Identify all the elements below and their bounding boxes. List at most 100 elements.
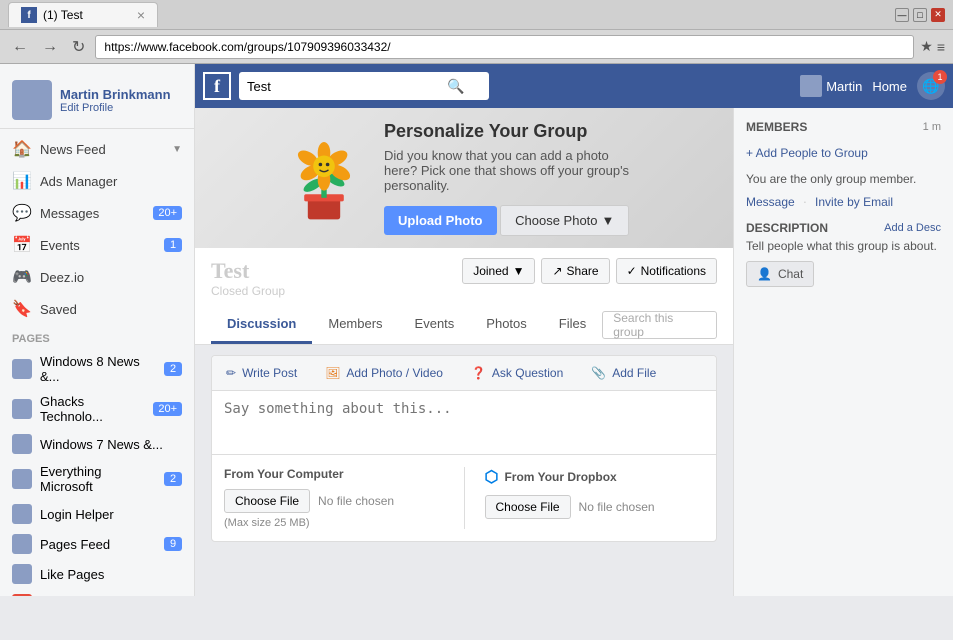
- sidebar-label: News Feed: [40, 142, 164, 157]
- post-tabs: ✏ Write Post 🖼 Add Photo / Video ❓ Ask Q…: [212, 356, 716, 391]
- choose-file-computer-button[interactable]: Choose File: [224, 489, 310, 513]
- browser-tab[interactable]: f (1) Test ×: [8, 2, 158, 27]
- events-badge: 1: [164, 238, 182, 252]
- avatar: [12, 80, 52, 120]
- fb-header-user[interactable]: Martin: [800, 75, 862, 97]
- tab-title: (1) Test: [43, 8, 83, 22]
- group-header: Test Closed Group Joined ▼ ↗ Share: [195, 248, 733, 345]
- dropbox-file-row: Choose File No file chosen: [485, 495, 705, 519]
- post-input[interactable]: [212, 391, 716, 451]
- group-search-bar[interactable]: Search this group: [602, 311, 717, 339]
- file-icon: 📎: [591, 366, 606, 380]
- notifications-button[interactable]: ✓ Notifications: [616, 258, 717, 284]
- choose-photo-button[interactable]: Choose Photo ▼: [500, 205, 629, 236]
- address-input[interactable]: [95, 35, 914, 59]
- only-member-text: You are the only group member.: [746, 172, 941, 186]
- add-description-link[interactable]: Add a Desc: [884, 222, 941, 234]
- sidebar-item-ghacks[interactable]: Ghacks Technolo... 20+: [0, 389, 194, 429]
- bookmark-icon[interactable]: ★: [920, 38, 933, 55]
- add-photo-tab[interactable]: 🖼 Add Photo / Video: [311, 356, 457, 390]
- menu-icon[interactable]: ≡: [937, 39, 945, 55]
- dropbox-section-title: ⬡ From Your Dropbox: [485, 467, 705, 487]
- group-action-buttons: Joined ▼ ↗ Share ✓ Notifications: [462, 258, 717, 284]
- personalize-text: Personalize Your Group Did you know that…: [384, 121, 644, 236]
- refresh-button[interactable]: ↻: [68, 35, 89, 59]
- main-layout: Martin Brinkmann Edit Profile 🏠 News Fee…: [0, 64, 953, 596]
- messages-icon: 💬: [12, 203, 32, 223]
- sidebar-item-news-feed[interactable]: 🏠 News Feed ▼: [0, 133, 194, 165]
- sidebar-label: Saved: [40, 302, 182, 317]
- joined-arrow-icon: ▼: [513, 264, 525, 278]
- sidebar-item-saved[interactable]: 🔖 Saved: [0, 293, 194, 325]
- add-file-tab[interactable]: 📎 Add File: [577, 356, 670, 390]
- choose-photo-arrow: ▼: [602, 213, 615, 228]
- sidebar-item-like-pages[interactable]: Like Pages: [0, 559, 194, 589]
- fb-search-input[interactable]: [247, 79, 447, 94]
- messages-badge: 20+: [153, 206, 182, 220]
- computer-file-status: No file chosen: [318, 494, 394, 508]
- back-button[interactable]: ←: [8, 36, 32, 58]
- sidebar-user-profile[interactable]: Martin Brinkmann Edit Profile: [0, 72, 194, 129]
- sidebar-item-events[interactable]: 📅 Events 1: [0, 229, 194, 261]
- question-icon: ❓: [471, 366, 486, 380]
- sidebar-item-messages[interactable]: 💬 Messages 20+: [0, 197, 194, 229]
- check-icon: ✓: [627, 264, 637, 278]
- tab-close-btn[interactable]: ×: [137, 7, 145, 23]
- news-feed-icon: 🏠: [12, 139, 32, 159]
- file-divider: [464, 467, 465, 529]
- ask-question-tab[interactable]: ❓ Ask Question: [457, 356, 577, 390]
- sidebar-item-windows8[interactable]: Windows 8 News &... 2: [0, 349, 194, 389]
- sidebar-item-deez[interactable]: 🎮 Deez.io: [0, 261, 194, 293]
- facebook-header: f 🔍 Martin Home 🌐 1: [195, 64, 953, 108]
- choose-file-dropbox-button[interactable]: Choose File: [485, 495, 571, 519]
- joined-button[interactable]: Joined ▼: [462, 258, 535, 284]
- tab-files[interactable]: Files: [543, 306, 602, 344]
- upload-photo-button[interactable]: Upload Photo: [384, 206, 497, 235]
- search-placeholder: Search this group: [613, 311, 706, 339]
- home-link[interactable]: Home: [872, 79, 907, 94]
- sidebar-item-everything-ms[interactable]: Everything Microsoft 2: [0, 459, 194, 499]
- sidebar-item-ads-manager[interactable]: 📊 Ads Manager: [0, 165, 194, 197]
- page-icon: [12, 399, 32, 419]
- computer-section-title: From Your Computer: [224, 467, 444, 481]
- max-size-text: (Max size 25 MB): [224, 517, 444, 529]
- write-post-icon: ✏: [226, 366, 236, 380]
- tab-favicon: f: [21, 7, 37, 23]
- sidebar-label: Events: [40, 238, 156, 253]
- forward-button[interactable]: →: [38, 36, 62, 58]
- share-button[interactable]: ↗ Share: [541, 258, 609, 284]
- invite-by-email-link[interactable]: Invite by Email: [815, 195, 893, 209]
- add-people-button[interactable]: + Add People to Group: [746, 142, 941, 164]
- browser-addressbar: ← → ↻ ★ ≡: [0, 30, 953, 64]
- group-type: Closed Group: [211, 284, 285, 298]
- deez-icon: 🎮: [12, 267, 32, 287]
- sidebar-item-create-ad[interactable]: Create Ad: [0, 589, 194, 596]
- edit-profile-link[interactable]: Edit Profile: [60, 102, 171, 114]
- sidebar-item-login-helper[interactable]: Login Helper: [0, 499, 194, 529]
- personalize-banner: Personalize Your Group Did you know that…: [195, 108, 733, 248]
- tab-discussion[interactable]: Discussion: [211, 306, 312, 344]
- notifications-label: Notifications: [641, 264, 706, 278]
- message-link[interactable]: Message: [746, 195, 795, 209]
- write-post-tab[interactable]: ✏ Write Post: [212, 356, 311, 390]
- ask-question-label: Ask Question: [492, 366, 563, 380]
- sidebar-label: Windows 7 News &...: [40, 437, 182, 452]
- sidebar-item-windows7[interactable]: Windows 7 News &...: [0, 429, 194, 459]
- sidebar-label: Ads Manager: [40, 174, 182, 189]
- page-icon: [12, 469, 32, 489]
- tab-members[interactable]: Members: [312, 306, 398, 344]
- window-maximize-btn[interactable]: □: [913, 8, 927, 22]
- chat-button[interactable]: 👤 Chat: [746, 261, 814, 287]
- tab-events[interactable]: Events: [399, 306, 471, 344]
- chat-section: 👤 Chat: [746, 261, 941, 287]
- window-minimize-btn[interactable]: —: [895, 8, 909, 22]
- tabs-row: Discussion Members Events Photos Files S…: [211, 306, 717, 344]
- tab-photos[interactable]: Photos: [470, 306, 542, 344]
- sidebar-item-pages-feed[interactable]: Pages Feed 9: [0, 529, 194, 559]
- description-section: DESCRIPTION Add a Desc Tell people what …: [746, 221, 941, 253]
- notifications-icon[interactable]: 🌐 1: [917, 72, 945, 100]
- window-close-btn[interactable]: ✕: [931, 8, 945, 22]
- right-sidebar: MEMBERS 1 m + Add People to Group You ar…: [733, 108, 953, 596]
- header-user-name: Martin: [826, 79, 862, 94]
- add-photo-label: Add Photo / Video: [346, 366, 443, 380]
